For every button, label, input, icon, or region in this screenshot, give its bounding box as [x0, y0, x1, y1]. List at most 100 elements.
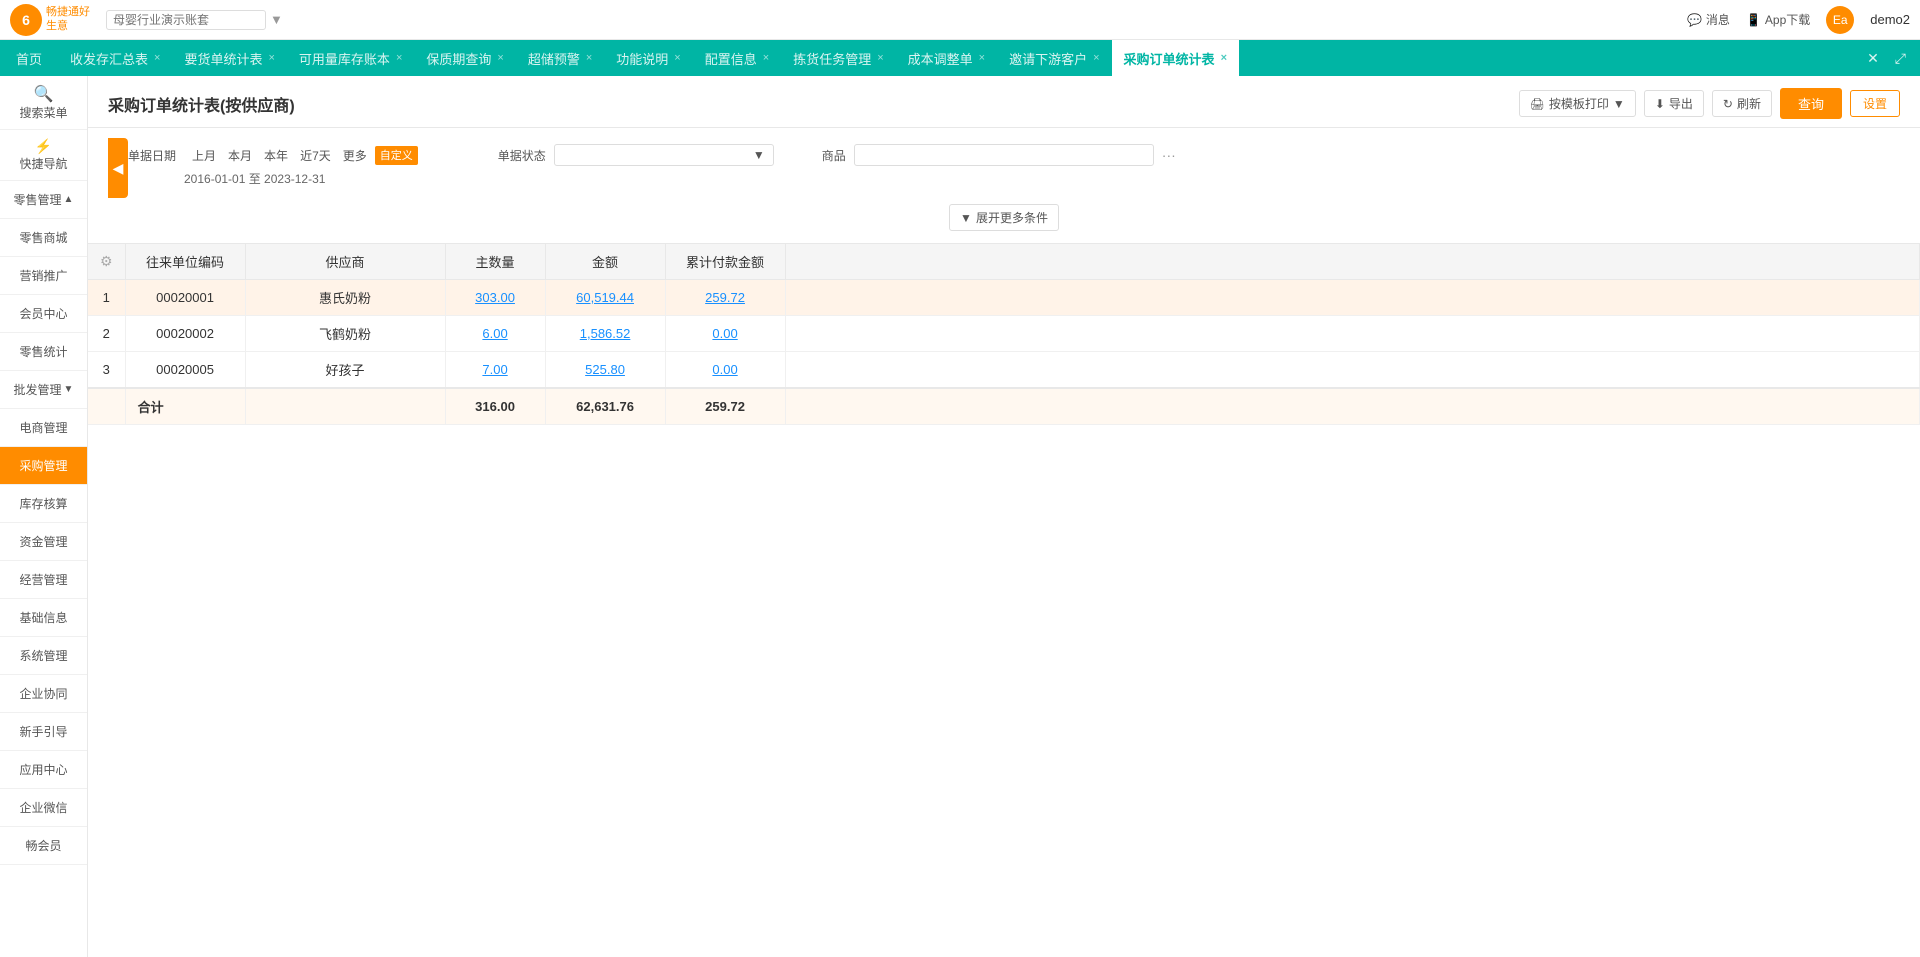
tab-close-jianhuo[interactable]: × [877, 52, 883, 64]
sidebar-item-app-center[interactable]: 应用中心 [0, 751, 87, 789]
th-amount: 金额 [545, 244, 665, 280]
sidebar-item-wholesale[interactable]: 批发管理 ▼ [0, 371, 87, 409]
user-avatar[interactable]: Ea [1826, 6, 1854, 34]
tab-yaoqing[interactable]: 邀请下游客户 × [997, 40, 1111, 76]
shortcut-this-month[interactable]: 本月 [224, 146, 256, 165]
sidebar-item-ecommerce[interactable]: 电商管理 [0, 409, 87, 447]
cell-qty[interactable]: 303.00 [445, 280, 545, 316]
tab-peizhi[interactable]: 配置信息 × [693, 40, 781, 76]
shortcut-this-year[interactable]: 本年 [260, 146, 292, 165]
table-footer-row: 合计 316.00 62,631.76 259.72 [88, 388, 1920, 425]
breadcrumb-dropdown-icon[interactable]: ▼ [270, 12, 283, 27]
sidebar-label-newbie: 新手引导 [19, 725, 67, 739]
tab-close-caigou[interactable]: × [1221, 52, 1227, 64]
sidebar-item-retail-stats[interactable]: 零售统计 [0, 333, 87, 371]
shortcut-7days[interactable]: 近7天 [296, 146, 335, 165]
sidebar-label-finance: 资金管理 [19, 535, 67, 549]
sidebar-item-marketing[interactable]: 营销推广 [0, 257, 87, 295]
tab-close-baozhi[interactable]: × [497, 52, 503, 64]
tab-close-keyongliang[interactable]: × [396, 52, 402, 64]
sidebar-item-wechat[interactable]: 企业微信 [0, 789, 87, 827]
sidebar-quick-nav[interactable]: ⚡ 快捷导航 [0, 130, 87, 181]
nav-expand-btn[interactable]: ⤢ [1889, 48, 1912, 69]
settings-btn[interactable]: 设置 [1850, 90, 1900, 117]
main-layout: 🔍 搜索菜单 ⚡ 快捷导航 零售管理 ▲ 零售商城 营销推广 会员中心 零售统计… [0, 76, 1920, 957]
column-settings-icon[interactable]: ⚙ [100, 253, 113, 269]
sidebar-item-operation[interactable]: 经营管理 [0, 561, 87, 599]
tab-shoufacun[interactable]: 收发存汇总表 × [58, 40, 172, 76]
tab-close-peizhi[interactable]: × [763, 52, 769, 64]
tab-close-gongneng[interactable]: × [674, 52, 680, 64]
cell-paid[interactable]: 0.00 [665, 352, 785, 389]
tab-chaochu[interactable]: 超储预警 × [516, 40, 604, 76]
toggle-arrow-btn[interactable]: ◀ [108, 138, 128, 198]
goods-input[interactable] [854, 144, 1154, 166]
expand-btn[interactable]: ▼ 展开更多条件 [949, 204, 1059, 231]
tab-baozhi[interactable]: 保质期查询 × [414, 40, 515, 76]
more-options-icon[interactable]: ··· [1162, 147, 1176, 163]
nav-end-controls: ✕ ⤢ [1861, 48, 1920, 69]
sidebar-item-purchase[interactable]: 采购管理 [0, 447, 87, 485]
sidebar-item-basic[interactable]: 基础信息 [0, 599, 87, 637]
tab-caigou-active[interactable]: 采购订单统计表 × [1112, 40, 1239, 76]
footer-label: 合计 [125, 388, 245, 425]
tab-close-yaoqing[interactable]: × [1093, 52, 1099, 64]
refresh-btn[interactable]: ↻ 刷新 [1712, 90, 1772, 117]
sidebar-label-ecommerce: 电商管理 [19, 421, 67, 435]
sidebar-item-system[interactable]: 系统管理 [0, 637, 87, 675]
tab-home[interactable]: 首页 [0, 40, 58, 76]
sidebar-item-inventory[interactable]: 库存核算 [0, 485, 87, 523]
tab-close-chengben[interactable]: × [979, 52, 985, 64]
sidebar-item-newbie[interactable]: 新手引导 [0, 713, 87, 751]
nav-close-btn[interactable]: ✕ [1861, 48, 1885, 69]
print-btn[interactable]: 🖨 按模板打印 ▼ [1519, 90, 1636, 117]
status-select[interactable]: ▼ [554, 144, 774, 166]
sidebar-item-member2[interactable]: 畅会员 [0, 827, 87, 865]
message-label: 消息 [1706, 11, 1730, 28]
cell-amount[interactable]: 1,586.52 [545, 316, 665, 352]
cell-num: 3 [88, 352, 125, 389]
message-icon: 💬 [1687, 13, 1702, 27]
custom-date-tag[interactable]: 自定义 [375, 146, 418, 165]
export-btn[interactable]: ⬇ 导出 [1644, 90, 1704, 117]
cell-code: 00020005 [125, 352, 245, 389]
query-btn[interactable]: 查询 [1780, 88, 1842, 119]
cell-amount[interactable]: 525.80 [545, 352, 665, 389]
sidebar-item-finance[interactable]: 资金管理 [0, 523, 87, 561]
tab-keyongliang[interactable]: 可用量库存账本 × [287, 40, 414, 76]
footer-paid: 259.72 [665, 388, 785, 425]
sidebar-search[interactable]: 🔍 搜索菜单 [0, 76, 87, 130]
shortcut-more[interactable]: 更多 [339, 146, 371, 165]
cell-code: 00020001 [125, 280, 245, 316]
tab-gongneng[interactable]: 功能说明 × [604, 40, 692, 76]
sidebar-item-retail-mall[interactable]: 零售商城 [0, 219, 87, 257]
cell-qty[interactable]: 7.00 [445, 352, 545, 389]
expand-label: 展开更多条件 [976, 209, 1048, 226]
shortcut-last-month[interactable]: 上月 [188, 146, 220, 165]
breadcrumb-input[interactable] [106, 10, 266, 30]
tab-jianhuo[interactable]: 拣货任务管理 × [781, 40, 895, 76]
sidebar-label-member: 会员中心 [19, 307, 67, 321]
app-download-btn[interactable]: 📱 App下载 [1746, 11, 1810, 28]
tab-close-yaohuo[interactable]: × [268, 52, 274, 64]
app-download-label: App下载 [1765, 11, 1810, 28]
sidebar-label-wholesale: 批发管理 [14, 381, 62, 398]
tab-yaohuo[interactable]: 要货单统计表 × [172, 40, 286, 76]
tab-close-chaochu[interactable]: × [586, 52, 592, 64]
cell-amount[interactable]: 60,519.44 [545, 280, 665, 316]
cell-qty[interactable]: 6.00 [445, 316, 545, 352]
filter-row-1: 单据日期 上月 本月 本年 近7天 更多 自定义 单据状态 [128, 138, 1900, 172]
footer-qty: 316.00 [445, 388, 545, 425]
tab-chengben[interactable]: 成本调整单 × [896, 40, 997, 76]
sidebar-item-member[interactable]: 会员中心 [0, 295, 87, 333]
cell-paid[interactable]: 259.72 [665, 280, 785, 316]
tab-close-shoufacun[interactable]: × [154, 52, 160, 64]
sidebar-nav-label: 快捷导航 [4, 155, 83, 172]
refresh-icon: ↻ [1723, 97, 1733, 111]
sidebar-item-retail-mgmt[interactable]: 零售管理 ▲ [0, 181, 87, 219]
chevron-down-icon-2: ▼ [64, 384, 74, 395]
sidebar-item-collab[interactable]: 企业协同 [0, 675, 87, 713]
message-btn[interactable]: 💬 消息 [1687, 11, 1730, 28]
footer-amount: 62,631.76 [545, 388, 665, 425]
cell-paid[interactable]: 0.00 [665, 316, 785, 352]
